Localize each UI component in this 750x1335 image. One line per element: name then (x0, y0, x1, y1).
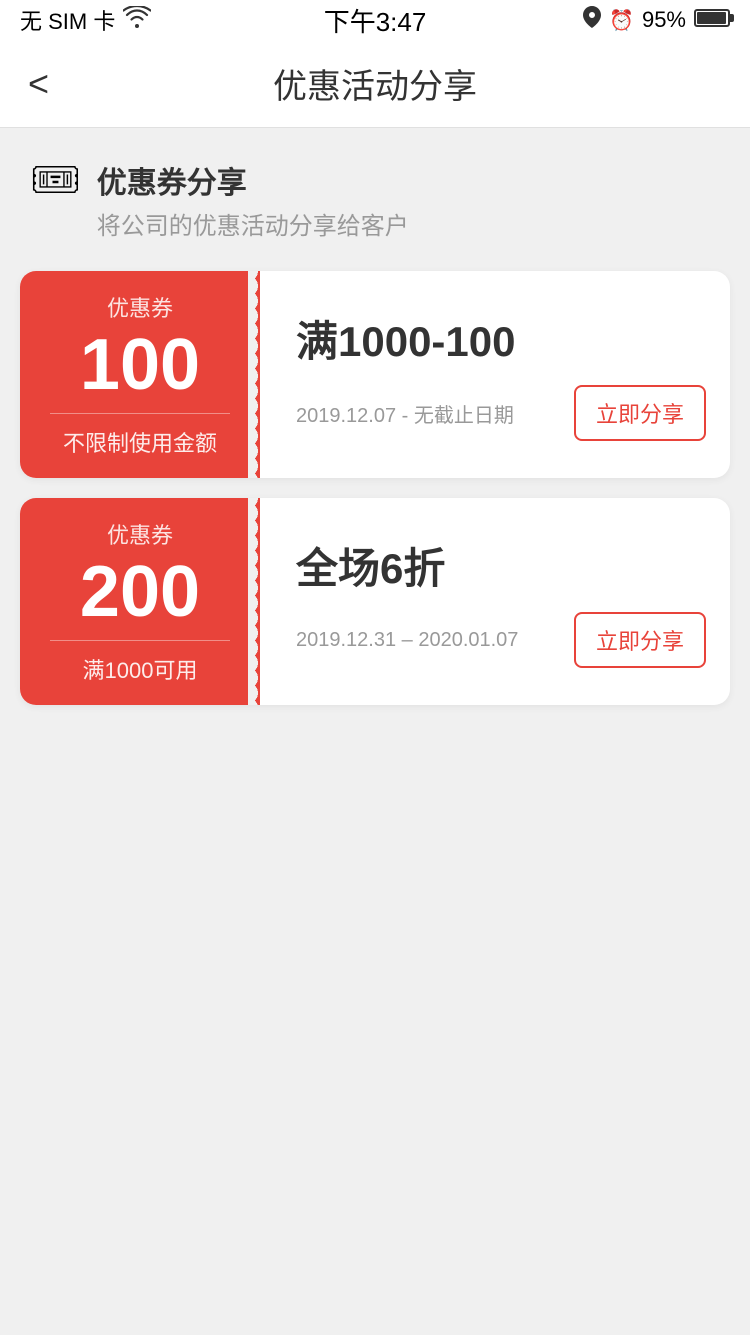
section-text: 优惠券分享 将公司的优惠活动分享给客户 (97, 158, 409, 241)
coupon-right-2: 全场6折 2019.12.31 – 2020.01.07 立即分享 (260, 498, 730, 705)
nav-bar: < 优惠活动分享 (0, 40, 750, 128)
coupon-left-1: 优惠券 100 不限制使用金额 (20, 271, 260, 478)
share-button-1[interactable]: 立即分享 (574, 385, 706, 441)
coupon-name-2: 全场6折 (296, 535, 706, 596)
share-button-2[interactable]: 立即分享 (574, 612, 706, 668)
coupon-meta-1: 2019.12.07 - 无截止日期 立即分享 (296, 385, 706, 441)
status-right: ⏰ 95% (583, 6, 730, 34)
coupon-left-2: 优惠券 200 满1000可用 (20, 498, 260, 705)
coupon-amount-1: 100 (80, 329, 200, 401)
coupon-divider-2 (50, 640, 230, 641)
coupon-label-1: 优惠券 (107, 291, 173, 323)
section-icon: 🎟 (30, 160, 81, 200)
location-icon (583, 6, 601, 34)
alarm-icon: ⏰ (609, 8, 634, 33)
coupon-meta-2: 2019.12.31 – 2020.01.07 立即分享 (296, 612, 706, 668)
coupon-card-2: 优惠券 200 满1000可用 全场6折 2019.12.31 – 2020.0… (20, 498, 730, 705)
battery-icon (694, 7, 730, 33)
section-title: 优惠券分享 (97, 158, 409, 202)
status-time: 下午3:47 (324, 2, 427, 39)
section-header: 🎟 优惠券分享 将公司的优惠活动分享给客户 (0, 128, 750, 261)
coupon-label-2: 优惠券 (107, 518, 173, 550)
coupon-date-1: 2019.12.07 - 无截止日期 (296, 399, 514, 428)
carrier-label: 无 SIM 卡 (20, 4, 115, 36)
battery-percent: 95% (642, 7, 686, 33)
section-subtitle: 将公司的优惠活动分享给客户 (97, 206, 409, 241)
coupon-list: 优惠券 100 不限制使用金额 满1000-100 2019.12.07 - 无… (0, 261, 750, 735)
status-left: 无 SIM 卡 (20, 4, 151, 36)
coupon-card-1: 优惠券 100 不限制使用金额 满1000-100 2019.12.07 - 无… (20, 271, 730, 478)
coupon-condition-1: 不限制使用金额 (63, 426, 217, 458)
coupon-right-1: 满1000-100 2019.12.07 - 无截止日期 立即分享 (260, 271, 730, 478)
status-bar: 无 SIM 卡 下午3:47 ⏰ 95% (0, 0, 750, 40)
page-title: 优惠活动分享 (273, 59, 477, 108)
coupon-name-1: 满1000-100 (296, 308, 706, 369)
coupon-divider-1 (50, 413, 230, 414)
coupon-date-2: 2019.12.31 – 2020.01.07 (296, 629, 518, 652)
coupon-amount-2: 200 (80, 556, 200, 628)
back-button[interactable]: < (28, 63, 49, 105)
wifi-icon (123, 6, 151, 34)
main-background (0, 735, 750, 1335)
coupon-condition-2: 满1000可用 (83, 653, 198, 685)
